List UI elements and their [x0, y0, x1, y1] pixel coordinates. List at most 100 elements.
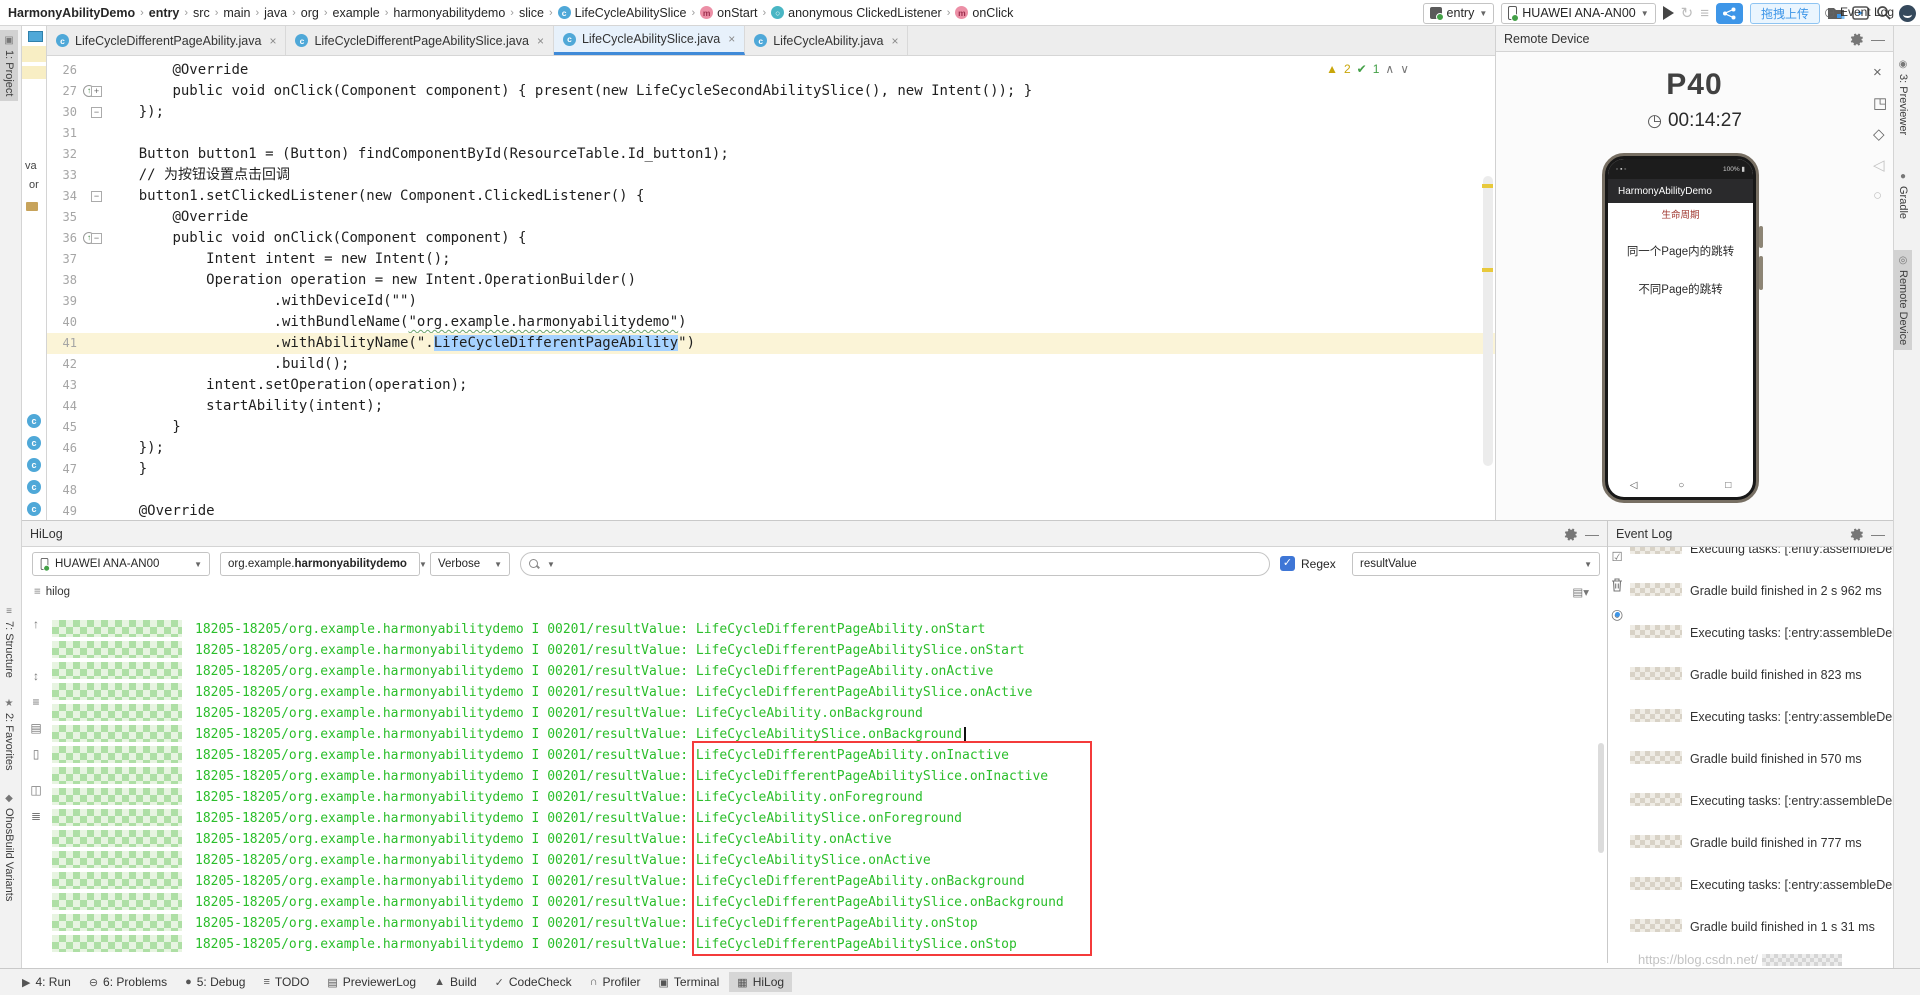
log-line[interactable]: 18205-18205/org.example.harmonyabilityde…	[50, 640, 1607, 661]
log-line[interactable]: 18205-18205/org.example.harmonyabilityde…	[50, 892, 1607, 913]
code-line-49[interactable]: 49 @Override	[47, 501, 1495, 519]
tool-button-gradle[interactable]: ● Gradle	[1894, 166, 1912, 224]
code-line-31[interactable]: 31	[47, 123, 1495, 144]
breadcrumb-item-harmonyabilitydemo[interactable]: harmonyabilitydemo	[393, 6, 505, 20]
event-log-entry[interactable]: Executing tasks: [:entry:assembleDeb	[1608, 875, 1893, 895]
warning-mark[interactable]	[1482, 268, 1493, 272]
resize-icon[interactable]: ◳	[1873, 94, 1887, 112]
layout-icon[interactable]: ≣	[31, 809, 41, 823]
recents-icon[interactable]: □	[1725, 480, 1731, 491]
split-panel-icon[interactable]: ◫	[30, 783, 41, 797]
tab-lifecycledifferentpageabilityslice-java[interactable]: c LifeCycleDifferentPageAbilitySlice.java…	[286, 26, 554, 55]
breadcrumb-item-src[interactable]: src	[193, 6, 210, 20]
close-icon[interactable]: ×	[269, 34, 276, 48]
error-stripe[interactable]	[1481, 56, 1495, 519]
code-line-30[interactable]: 30 − });	[47, 102, 1495, 123]
hilog-search-input[interactable]: ▼	[520, 552, 1270, 576]
close-icon[interactable]: ×	[1873, 64, 1887, 81]
log-line[interactable]: 18205-18205/org.example.harmonyabilityde…	[50, 766, 1607, 787]
log-line[interactable]: 18205-18205/org.example.harmonyabilityde…	[50, 808, 1607, 829]
breadcrumb-item-java[interactable]: java	[264, 6, 287, 20]
code-line-33[interactable]: 33 // 为按钮设置点击回调	[47, 165, 1495, 186]
clear-log-icon[interactable]: ▯	[33, 747, 40, 761]
scrollbar-thumb[interactable]	[1483, 176, 1493, 466]
breadcrumb-item-main[interactable]: main	[223, 6, 250, 20]
close-icon[interactable]: ×	[891, 34, 898, 48]
home-icon[interactable]: ○	[1678, 480, 1684, 491]
console-settings-icon[interactable]: ▤▾	[1572, 585, 1589, 599]
log-line[interactable]: 18205-18205/org.example.harmonyabilityde…	[50, 661, 1607, 682]
hide-panel-icon[interactable]: —	[1871, 31, 1885, 47]
back-icon[interactable]: ◁	[1630, 480, 1638, 491]
hilog-package-selector[interactable]: org.example.harmonyabilitydemo ▼	[220, 552, 427, 576]
gear-icon[interactable]	[1849, 527, 1863, 541]
hilog-level-selector[interactable]: Verbose ▼	[430, 552, 510, 576]
code-line-48[interactable]: 48	[47, 480, 1495, 501]
run-config-selector[interactable]: entry ▼	[1422, 2, 1495, 24]
status-item-build[interactable]: ▲ Build	[426, 972, 485, 992]
status-item-todo[interactable]: ≡ TODO	[255, 972, 317, 992]
breadcrumb-item-entry[interactable]: entry	[149, 6, 180, 20]
event-log-entry[interactable]: Gradle build finished in 1 s 31 ms	[1608, 917, 1893, 937]
hilog-tab-label[interactable]: hilog	[46, 586, 70, 598]
close-icon[interactable]: ×	[537, 34, 544, 48]
hide-panel-icon[interactable]: —	[1585, 526, 1599, 542]
breadcrumb-item-anonymous-clickedlistener[interactable]: ○ anonymous ClickedListener	[771, 6, 942, 20]
tool-button-project[interactable]: ▣ 1: Project	[0, 30, 18, 102]
event-log-entry[interactable]: Executing tasks: [:entry:assembleDeb	[1608, 547, 1893, 559]
use-soft-wraps-icon[interactable]: ☑	[1612, 549, 1623, 564]
soft-wrap-icon[interactable]: ≡	[32, 695, 39, 709]
assistant-icon[interactable]	[1899, 4, 1916, 22]
breadcrumb-item-onstart[interactable]: m onStart	[700, 6, 757, 20]
code-line-39[interactable]: 39 .withDeviceId("")	[47, 291, 1495, 312]
tool-button-structure[interactable]: ≡ 7: Structure	[0, 601, 18, 683]
breadcrumb-item-lifecycleabilityslice[interactable]: c LifeCycleAbilitySlice	[557, 6, 687, 20]
code-line-36[interactable]: 36 ↑ − public void onClick(Component compo…	[47, 228, 1495, 249]
event-log-entry[interactable]: Gradle build finished in 2 s 962 ms	[1608, 581, 1893, 601]
tab-lifecycleability-java[interactable]: c LifeCycleAbility.java ×	[745, 26, 909, 55]
event-log-entry[interactable]: Executing tasks: [:entry:assembleDeb	[1608, 791, 1893, 811]
device-selector[interactable]: HUAWEI ANA-AN00 ▼	[1501, 2, 1656, 24]
status-item-previewerlog[interactable]: ▤ PreviewerLog	[319, 972, 424, 992]
status-event-log-button[interactable]: ◷ Event Log	[1824, 5, 1894, 19]
event-log-entry[interactable]: Executing tasks: [:entry:assembleDeb	[1608, 623, 1893, 643]
run-list-button[interactable]: ≡	[1700, 5, 1709, 22]
status-item-terminal[interactable]: ▣ Terminal	[651, 972, 728, 992]
next-issue-button[interactable]: ∨	[1400, 62, 1409, 76]
cloud-share-button[interactable]	[1715, 2, 1743, 24]
scroll-ends-icon[interactable]: ↕	[33, 669, 39, 683]
fold-marker[interactable]: −	[91, 233, 102, 244]
status-item-profiler[interactable]: ∩ Profiler	[582, 972, 649, 992]
code-line-44[interactable]: 44 startAbility(intent);	[47, 396, 1495, 417]
code-area[interactable]: 26 @Override 27 ↑ + public void onClick(Com…	[47, 56, 1495, 519]
code-line-35[interactable]: 35 @Override	[47, 207, 1495, 228]
fold-marker[interactable]: −	[91, 107, 102, 118]
back-icon[interactable]: ◁	[1873, 156, 1887, 174]
code-line-38[interactable]: 38 Operation operation = new Intent.Oper…	[47, 270, 1495, 291]
phone-button-same-page[interactable]: 同一个Page内的跳转	[1608, 243, 1753, 259]
log-line[interactable]: 18205-18205/org.example.harmonyabilityde…	[50, 619, 1607, 640]
home-icon[interactable]: ○	[1873, 187, 1887, 204]
status-item-problems[interactable]: ⊖ 6: Problems	[81, 972, 175, 992]
phone-screen[interactable]: ◦ ▪ ◦ 100% ▮ HarmonyAbilityDemo 生命周期 同一个…	[1608, 159, 1753, 497]
tool-button-ohosbuild-variants[interactable]: ◆ OhosBuild Variants	[0, 788, 18, 906]
event-log-entry[interactable]: Executing tasks: [:entry:assembleDeb	[1608, 707, 1893, 727]
breadcrumb-item-harmonyabilitydemo[interactable]: HarmonyAbilityDemo	[8, 6, 135, 20]
close-icon[interactable]: ×	[728, 32, 735, 46]
code-line-41[interactable]: 41 .withAbilityName(".LifeCycleDifferent…	[47, 333, 1495, 354]
rotate-icon[interactable]: ◇	[1873, 125, 1887, 143]
status-item-debug[interactable]: ● 5: Debug	[177, 972, 253, 992]
tool-button-previewer[interactable]: ◉ 3: Previewer	[1894, 54, 1912, 140]
scroll-to-end-icon[interactable]: ◎	[1611, 606, 1623, 623]
scroll-to-top-icon[interactable]: ↑	[33, 617, 39, 631]
code-line-32[interactable]: 32 Button button1 = (Button) findCompone…	[47, 144, 1495, 165]
log-line[interactable]: 18205-18205/org.example.harmonyabilityde…	[50, 871, 1607, 892]
code-line-40[interactable]: 40 .withBundleName("org.example.harmonya…	[47, 312, 1495, 333]
breadcrumb-item-org[interactable]: org	[301, 6, 319, 20]
clear-all-icon[interactable]	[1611, 578, 1623, 592]
hilog-device-selector[interactable]: HUAWEI ANA-AN00 ▼	[32, 552, 210, 576]
log-line[interactable]: 18205-18205/org.example.harmonyabilityde…	[50, 787, 1607, 808]
tab-lifecycledifferentpageability-java[interactable]: c LifeCycleDifferentPageAbility.java ×	[47, 26, 287, 55]
scrollbar-thumb[interactable]	[1598, 743, 1604, 853]
log-line[interactable]: 18205-18205/org.example.harmonyabilityde…	[50, 703, 1607, 724]
